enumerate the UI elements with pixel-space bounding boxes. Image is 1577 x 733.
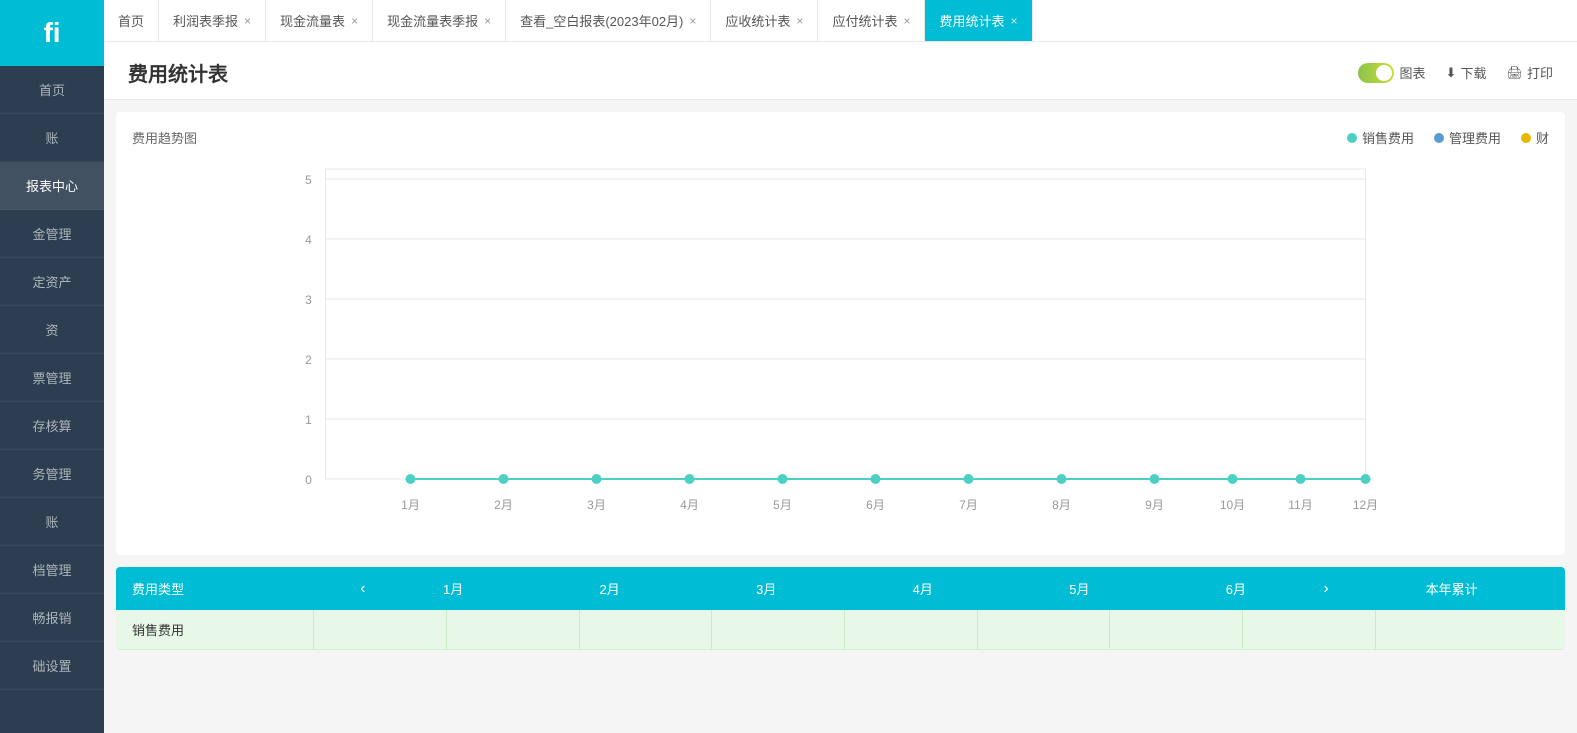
sidebar-item-archive[interactable]: 档管理 — [0, 546, 104, 594]
svg-text:7月: 7月 — [959, 498, 978, 512]
td-month-2 — [580, 610, 713, 649]
svg-text:4: 4 — [305, 233, 312, 247]
sidebar-item-ledger[interactable]: 账 — [0, 498, 104, 546]
svg-text:0: 0 — [305, 473, 312, 487]
sidebar-item-assets[interactable]: 定资产 — [0, 258, 104, 306]
legend-dot-sales — [1347, 133, 1357, 143]
tab-payable[interactable]: 应付统计表 × — [818, 0, 925, 42]
page-content: 费用统计表 图表 ⬇ 下载 🖨 打印 费用趋势图 — [104, 42, 1577, 733]
svg-text:2: 2 — [305, 353, 312, 367]
td-month-1 — [447, 610, 580, 649]
svg-text:5月: 5月 — [773, 498, 792, 512]
legend-label-sales: 销售费用 — [1362, 128, 1414, 147]
sidebar-item-invoice[interactable]: 票管理 — [0, 354, 104, 402]
sidebar-logo: fi — [0, 0, 104, 66]
table-row: 销售费用 — [116, 610, 1565, 650]
svg-text:3: 3 — [305, 293, 312, 307]
chart-header: 费用趋势图 销售费用 管理费用 财 — [132, 128, 1549, 147]
td-month-4 — [845, 610, 978, 649]
td-row-type: 销售费用 — [116, 610, 314, 649]
th-type: 费用类型 — [116, 567, 351, 610]
legend-label-management: 管理费用 — [1449, 128, 1501, 147]
table-prev-button[interactable]: ‹ — [351, 567, 375, 610]
legend-dot-management — [1434, 133, 1444, 143]
tab-profit-quarterly[interactable]: 利润表季报 × — [159, 0, 266, 42]
tab-cashflow[interactable]: 现金流量表 × — [266, 0, 373, 42]
chart-toggle[interactable] — [1358, 63, 1394, 83]
th-month-6: 6月 — [1158, 567, 1315, 610]
svg-text:10月: 10月 — [1220, 498, 1245, 512]
sidebar-item-service[interactable]: 务管理 — [0, 450, 104, 498]
svg-text:4月: 4月 — [680, 498, 699, 512]
tab-expense-stats[interactable]: 费用统计表 × — [925, 0, 1032, 42]
download-icon: ⬇ — [1446, 65, 1457, 81]
legend-finance: 财 — [1521, 128, 1549, 147]
tab-home[interactable]: 首页 — [104, 0, 159, 42]
td-row-nav-spacer — [314, 610, 447, 649]
sidebar-item-resource[interactable]: 资 — [0, 306, 104, 354]
close-icon[interactable]: × — [689, 15, 696, 27]
sidebar-item-home[interactable]: 首页 — [0, 66, 104, 114]
tab-blank-report[interactable]: 查看_空白报表(2023年02月) × — [506, 0, 711, 42]
table-header: 费用类型 ‹ 1月 2月 3月 4月 5月 6月 › 本年累计 — [116, 567, 1565, 610]
page-title: 费用统计表 — [128, 58, 228, 87]
svg-text:12月: 12月 — [1353, 498, 1378, 512]
td-total — [1376, 610, 1565, 649]
sidebar-item-inventory[interactable]: 存核算 — [0, 402, 104, 450]
sidebar-item-expense[interactable]: 畅报销 — [0, 594, 104, 642]
th-month-5: 5月 — [1001, 567, 1158, 610]
td-nav-spacer2 — [1243, 610, 1376, 649]
tab-cashflow-quarterly[interactable]: 现金流量表季报 × — [373, 0, 506, 42]
td-month-3 — [712, 610, 845, 649]
chart-toggle-label: 图表 — [1400, 63, 1426, 82]
tab-bar: 首页 利润表季报 × 现金流量表 × 现金流量表季报 × 查看_空白报表(202… — [104, 0, 1577, 42]
header-actions: 图表 ⬇ 下载 🖨 打印 — [1358, 63, 1553, 83]
td-month-6 — [1110, 610, 1243, 649]
legend-management: 管理费用 — [1434, 128, 1501, 147]
close-icon[interactable]: × — [796, 15, 803, 27]
svg-text:6月: 6月 — [866, 498, 885, 512]
sidebar-item-account[interactable]: 账 — [0, 114, 104, 162]
chart-legend: 销售费用 管理费用 财 — [1347, 128, 1549, 147]
chart-area: 0 1 2 3 4 5 — [132, 159, 1549, 539]
close-icon[interactable]: × — [484, 15, 491, 27]
svg-text:1: 1 — [305, 413, 312, 427]
th-month-1: 1月 — [375, 567, 532, 610]
svg-text:3月: 3月 — [587, 498, 606, 512]
svg-text:5: 5 — [305, 173, 312, 187]
sidebar-item-reports[interactable]: 报表中心 — [0, 162, 104, 210]
close-icon[interactable]: × — [351, 15, 358, 27]
sidebar-item-settings[interactable]: 础设置 — [0, 642, 104, 690]
chart-toggle-wrap: 图表 — [1358, 63, 1426, 83]
td-month-5 — [978, 610, 1111, 649]
th-month-4: 4月 — [845, 567, 1002, 610]
download-button[interactable]: ⬇ 下载 — [1446, 63, 1487, 82]
th-month-3: 3月 — [688, 567, 845, 610]
print-button[interactable]: 🖨 打印 — [1506, 63, 1553, 82]
th-month-2: 2月 — [531, 567, 688, 610]
main-content: 首页 利润表季报 × 现金流量表 × 现金流量表季报 × 查看_空白报表(202… — [104, 0, 1577, 733]
th-total: 本年累计 — [1338, 567, 1565, 610]
svg-text:9月: 9月 — [1145, 498, 1164, 512]
legend-dot-finance — [1521, 133, 1531, 143]
chart-section: 费用趋势图 销售费用 管理费用 财 — [116, 112, 1565, 555]
svg-text:1月: 1月 — [401, 498, 420, 512]
legend-label-finance: 财 — [1536, 128, 1549, 147]
close-icon[interactable]: × — [244, 15, 251, 27]
close-icon[interactable]: × — [1010, 15, 1017, 27]
data-table: 费用类型 ‹ 1月 2月 3月 4月 5月 6月 › 本年累计 销售费用 — [116, 567, 1565, 650]
sidebar: fi 首页 账 报表中心 金管理 定资产 资 票管理 存核算 务管理 账 档管理… — [0, 0, 104, 733]
svg-text:8月: 8月 — [1052, 498, 1071, 512]
close-icon[interactable]: × — [903, 15, 910, 27]
print-icon: 🖨 — [1506, 65, 1523, 81]
svg-text:2月: 2月 — [494, 498, 513, 512]
legend-sales: 销售费用 — [1347, 128, 1414, 147]
svg-text:11月: 11月 — [1288, 498, 1312, 512]
page-header: 费用统计表 图表 ⬇ 下载 🖨 打印 — [104, 42, 1577, 100]
sidebar-item-finance[interactable]: 金管理 — [0, 210, 104, 258]
chart-title: 费用趋势图 — [132, 128, 197, 147]
table-next-button[interactable]: › — [1314, 567, 1338, 610]
tab-receivable[interactable]: 应收统计表 × — [711, 0, 818, 42]
